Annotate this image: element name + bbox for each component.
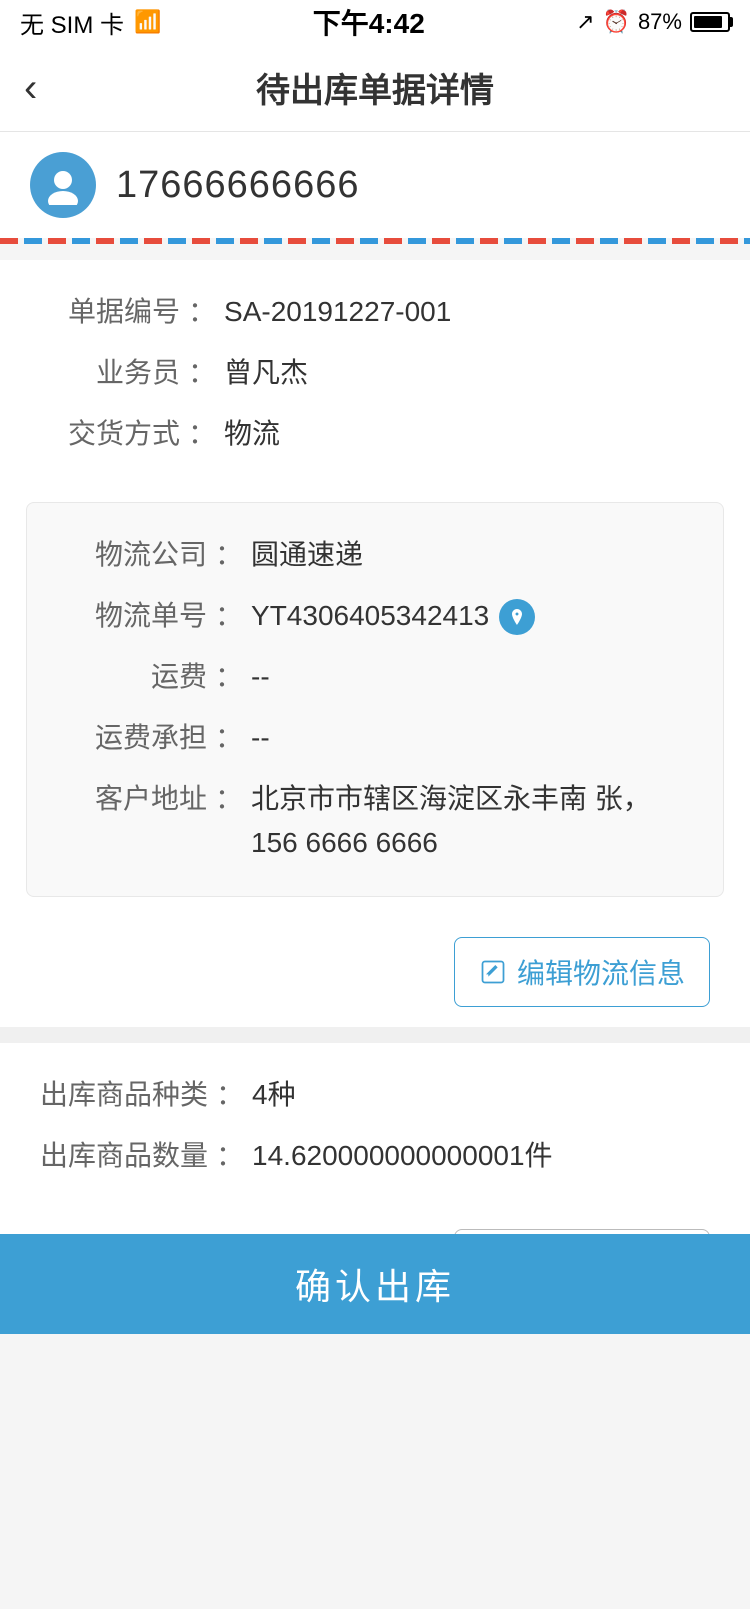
freight-bearer-label: 运费承担 [67,716,207,761]
salesperson-value: 曾凡杰 [224,351,710,396]
edit-btn-row: 编辑物流信息 [0,917,750,1027]
goods-quantity-row: 出库商品数量 ： 14.620000000000001件 [40,1134,710,1179]
edit-icon [479,958,507,986]
status-carrier: 无 SIM 卡 📶 [20,5,161,40]
delivery-method-label: 交货方式 [40,412,180,457]
doc-number-label: 单据编号 [40,290,180,335]
edit-logistics-button[interactable]: 编辑物流信息 [454,937,710,1007]
address-label: 客户地址 [67,777,207,822]
goods-types-label: 出库商品种类 [40,1073,208,1118]
confirm-outbound-button[interactable]: 确认出库 [0,1234,750,1334]
spacer [0,1329,750,1509]
confirm-outbound-label: 确认出库 [295,1258,455,1310]
carrier-text: 无 SIM 卡 [20,5,124,40]
goods-types-row: 出库商品种类 ： 4种 [40,1073,710,1118]
freight-label: 运费 [67,655,207,700]
colon1: ： [188,290,216,335]
avatar [30,152,96,218]
salesperson-row: 业务员 ： 曾凡杰 [40,351,710,396]
colon3: ： [188,412,216,457]
dashed-divider [0,238,750,244]
gray-separator [0,1027,750,1043]
status-indicators: ↗ ⏰ 87% [576,9,730,35]
freight-bearer-value: -- [251,716,683,761]
user-phone: 17666666666 [116,164,359,207]
goods-quantity-value: 14.620000000000001件 [252,1134,710,1179]
freight-bearer-row: 运费承担 ： -- [67,716,683,761]
user-header: 17666666666 [0,132,750,238]
goods-types-value: 4种 [252,1073,710,1118]
address-row: 客户地址 ： 北京市市辖区海淀区永丰南 张，156 6666 6666 [67,777,683,867]
back-button[interactable]: ‹ [24,68,37,108]
address-value: 北京市市辖区海淀区永丰南 张，156 6666 6666 [251,777,683,867]
tracking-label: 物流单号 [67,594,207,639]
wifi-icon: 📶 [134,9,161,35]
avatar-icon [43,165,83,205]
logistics-company-row: 物流公司 ： 圆通速递 [67,533,683,578]
logistics-company-label: 物流公司 [67,533,207,578]
tracking-value: YT43064053424​13 [251,594,683,639]
logistics-company-value: 圆通速递 [251,533,683,578]
tracking-row: 物流单号 ： YT43064053424​13 [67,594,683,639]
alarm-icon: ⏰ [603,9,630,35]
goods-quantity-label: 出库商品数量 [40,1134,208,1179]
goods-stats-section: 出库商品种类 ： 4种 出库商品数量 ： 14.620000000000001件 [0,1043,750,1209]
doc-number-value: SA-20191227-001 [224,290,710,335]
page-title: 待出库单据详情 [256,63,494,112]
salesperson-label: 业务员 [40,351,180,396]
basic-info-section: 单据编号 ： SA-20191227-001 业务员 ： 曾凡杰 交货方式 ： … [0,260,750,486]
battery-fill [694,16,722,28]
battery-text: 87% [638,9,682,35]
status-time: 下午4:42 [313,2,425,42]
delivery-method-row: 交货方式 ： 物流 [40,412,710,457]
location-icon: ↗ [576,9,594,35]
delivery-method-value: 物流 [224,412,710,457]
freight-row: 运费 ： -- [67,655,683,700]
doc-number-row: 单据编号 ： SA-20191227-001 [40,290,710,335]
colon2: ： [188,351,216,396]
status-bar: 无 SIM 卡 📶 下午4:42 ↗ ⏰ 87% [0,0,750,44]
freight-value: -- [251,655,683,700]
nav-bar: ‹ 待出库单据详情 [0,44,750,132]
location-pin-icon[interactable] [499,599,535,635]
logistics-section: 物流公司 ： 圆通速递 物流单号 ： YT43064053424​13 运费 [26,502,724,897]
battery-icon [690,12,730,32]
